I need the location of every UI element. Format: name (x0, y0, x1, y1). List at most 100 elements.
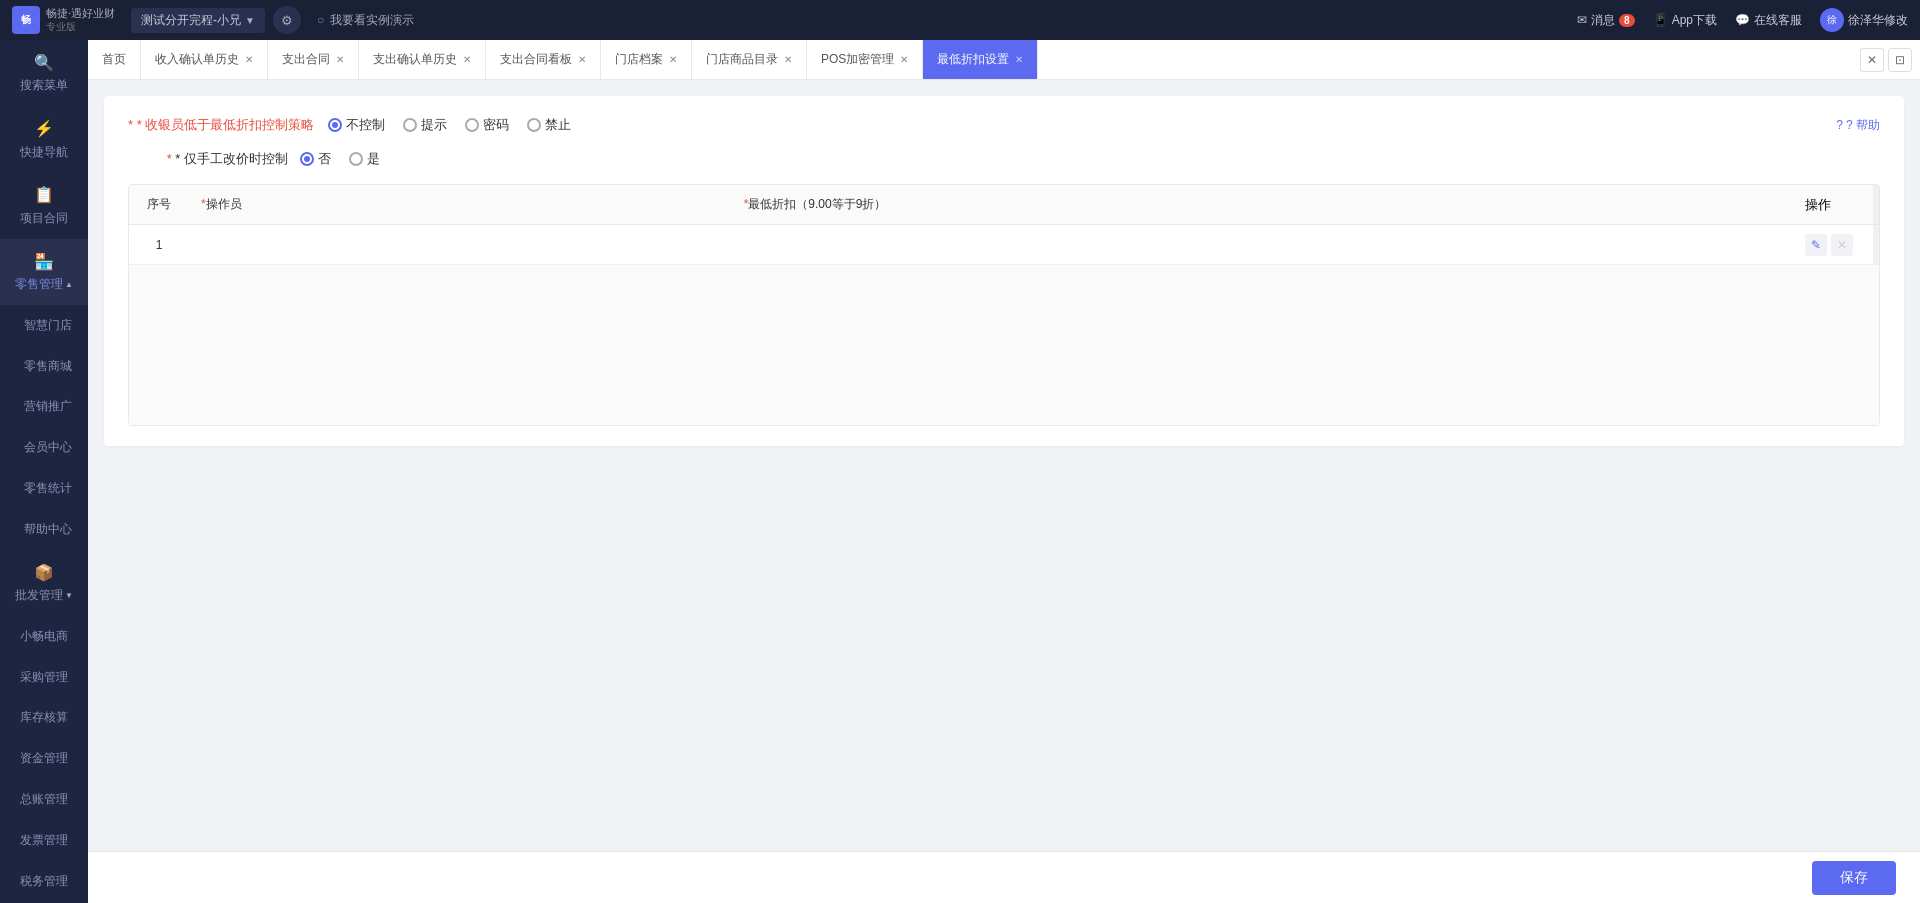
search-icon: 🔍 (34, 52, 54, 74)
bottom-bar: 保存 (88, 851, 1920, 903)
sidebar-item-smart-store[interactable]: 智慧门店 (0, 305, 88, 346)
sidebar-item-retail-stats[interactable]: 零售统计 (0, 468, 88, 509)
tab-store-goods[interactable]: 门店商品目录 ✕ (692, 40, 807, 80)
table-row: 1 ✎ ✕ (129, 225, 1879, 265)
radio-forbid[interactable]: 禁止 (527, 116, 571, 134)
avatar: 徐 (1820, 8, 1844, 32)
delete-button[interactable]: ✕ (1831, 234, 1853, 256)
message-icon: ✉ (1577, 13, 1587, 27)
retail-icon: 🏪 (4, 251, 84, 273)
tab-min-discount[interactable]: 最低折扣设置 ✕ (923, 40, 1038, 80)
sidebar-item-retail-management[interactable]: 🏪 零售管理 ▲ (0, 239, 88, 305)
project-selector[interactable]: 测试分开完程-小兄 ▼ (131, 8, 265, 33)
col-header-actions: 操作 (1793, 196, 1873, 214)
radio-no[interactable]: 否 (300, 150, 331, 168)
main-layout: 🔍 搜索菜单 ⚡ 快捷导航 📋 项目合同 🏪 零售管理 ▲ 智慧门店 零售商城 … (0, 40, 1920, 903)
online-service-button[interactable]: 💬 在线客服 (1735, 12, 1802, 29)
sidebar-item-project-contract[interactable]: 📋 项目合同 (0, 172, 88, 238)
scroll-track-row (1873, 225, 1879, 264)
tab-bar: 首页 收入确认单历史 ✕ 支出合同 ✕ 支出确认单历史 ✕ 支出合同看板 ✕ 门… (88, 40, 1920, 80)
discount-policy-label: * * 收银员低于最低折扣控制策略 (128, 116, 316, 134)
discount-policy-radio-group: 不控制 提示 密码 禁止 (328, 116, 571, 134)
scroll-track (1873, 185, 1879, 224)
table-header: 序号 *操作员 *最低折扣（9.00等于9折） 操作 (129, 185, 1879, 225)
close-icon[interactable]: ✕ (245, 54, 253, 65)
sidebar-item-accounting[interactable]: 总账管理 (0, 779, 88, 820)
sidebar-item-retail-mall[interactable]: 零售商城 (0, 346, 88, 387)
close-icon[interactable]: ✕ (578, 54, 586, 65)
sidebar-item-finance[interactable]: 资金管理 (0, 738, 88, 779)
sidebar-item-inventory[interactable]: 库存核算 (0, 697, 88, 738)
close-icon[interactable]: ✕ (900, 54, 908, 65)
sidebar-item-membership[interactable]: 会员中心 (0, 427, 88, 468)
sidebar-item-wholesale[interactable]: 📦 批发管理 ▼ (0, 550, 88, 616)
help-icon: ? (1836, 118, 1843, 132)
content-area: 首页 收入确认单历史 ✕ 支出合同 ✕ 支出确认单历史 ✕ 支出合同看板 ✕ 门… (88, 40, 1920, 903)
radio-circle-no (300, 152, 314, 166)
radio-no-control[interactable]: 不控制 (328, 116, 385, 134)
radio-circle-yes (349, 152, 363, 166)
logo-text: 畅捷·遇好业财 专业版 (46, 7, 115, 32)
radio-circle-no-control (328, 118, 342, 132)
manual-price-label: * * 仅手工改价时控制 (128, 150, 288, 168)
sidebar-item-marketing[interactable]: 营销推广 (0, 386, 88, 427)
save-button[interactable]: 保存 (1812, 861, 1896, 895)
demo-icon: ○ (317, 13, 324, 27)
manual-price-radio-group: 否 是 (300, 150, 380, 168)
tab-pos-password[interactable]: POS加密管理 ✕ (807, 40, 923, 80)
sidebar-item-purchase[interactable]: 采购管理 (0, 657, 88, 698)
radio-circle-forbid (527, 118, 541, 132)
expand-tab-button[interactable]: ⊡ (1888, 48, 1912, 72)
close-icon[interactable]: ✕ (669, 54, 677, 65)
tab-expense-contract[interactable]: 支出合同 ✕ (268, 40, 359, 80)
settings-card: * * 收银员低于最低折扣控制策略 不控制 提示 (104, 96, 1904, 446)
tab-expense-board[interactable]: 支出合同看板 ✕ (486, 40, 601, 80)
sidebar-item-help-center[interactable]: 帮助中心 (0, 509, 88, 550)
discount-table: 序号 *操作员 *最低折扣（9.00等于9折） 操作 1 (128, 184, 1880, 426)
radio-password[interactable]: 密码 (465, 116, 509, 134)
close-tab-button[interactable]: ✕ (1860, 48, 1884, 72)
page-content: * * 收银员低于最低折扣控制策略 不控制 提示 (88, 80, 1920, 851)
tab-store-file[interactable]: 门店档案 ✕ (601, 40, 692, 80)
sidebar-item-search[interactable]: 🔍 搜索菜单 (0, 40, 88, 106)
tab-bar-actions: ✕ ⊡ (1852, 48, 1920, 72)
chevron-up-icon: ▲ (65, 279, 73, 290)
quick-nav-icon: ⚡ (34, 118, 54, 140)
close-icon[interactable]: ✕ (1015, 54, 1023, 65)
app-download-button[interactable]: 📱 App下载 (1653, 12, 1717, 29)
tab-expense-confirm-history[interactable]: 支出确认单历史 ✕ (359, 40, 486, 80)
col-header-operator: *操作员 (189, 196, 732, 213)
top-bar: 畅 畅捷·遇好业财 专业版 测试分开完程-小兄 ▼ ⚙ ○ 我要看实例演示 ✉ … (0, 0, 1920, 40)
radio-remind[interactable]: 提示 (403, 116, 447, 134)
settings-button[interactable]: ⚙ (273, 6, 301, 34)
edit-button[interactable]: ✎ (1805, 234, 1827, 256)
help-link[interactable]: ? ? 帮助 (1836, 117, 1880, 134)
service-icon: 💬 (1735, 13, 1750, 27)
chevron-down-icon: ▼ (65, 590, 73, 601)
sidebar: 🔍 搜索菜单 ⚡ 快捷导航 📋 项目合同 🏪 零售管理 ▲ 智慧门店 零售商城 … (0, 40, 88, 903)
user-menu[interactable]: 徐 徐泽华修改 (1820, 8, 1908, 32)
close-icon[interactable]: ✕ (463, 54, 471, 65)
messages-badge: 8 (1619, 14, 1635, 27)
col-header-discount: *最低折扣（9.00等于9折） (732, 196, 1793, 213)
wholesale-icon: 📦 (4, 562, 84, 584)
demo-link[interactable]: ○ 我要看实例演示 (317, 12, 414, 29)
close-icon[interactable]: ✕ (784, 54, 792, 65)
sidebar-item-ecommerce[interactable]: 小畅电商 (0, 616, 88, 657)
logo: 畅 畅捷·遇好业财 专业版 (12, 6, 115, 34)
row-seq: 1 (129, 238, 189, 252)
logo-icon: 畅 (12, 6, 40, 34)
sidebar-item-tax[interactable]: 税务管理 (0, 861, 88, 902)
sidebar-item-invoice[interactable]: 发票管理 (0, 820, 88, 861)
radio-yes[interactable]: 是 (349, 150, 380, 168)
tab-home[interactable]: 首页 (88, 40, 141, 80)
manual-price-row: * * 仅手工改价时控制 否 是 (128, 150, 1880, 168)
tab-income-history[interactable]: 收入确认单历史 ✕ (141, 40, 268, 80)
messages-button[interactable]: ✉ 消息 8 (1577, 12, 1635, 29)
discount-policy-row: * * 收银员低于最低折扣控制策略 不控制 提示 (128, 116, 1880, 134)
sidebar-item-quick-nav[interactable]: ⚡ 快捷导航 (0, 106, 88, 172)
download-icon: 📱 (1653, 13, 1668, 27)
close-icon[interactable]: ✕ (336, 54, 344, 65)
table-empty-area (129, 265, 1879, 425)
contract-icon: 📋 (34, 184, 54, 206)
